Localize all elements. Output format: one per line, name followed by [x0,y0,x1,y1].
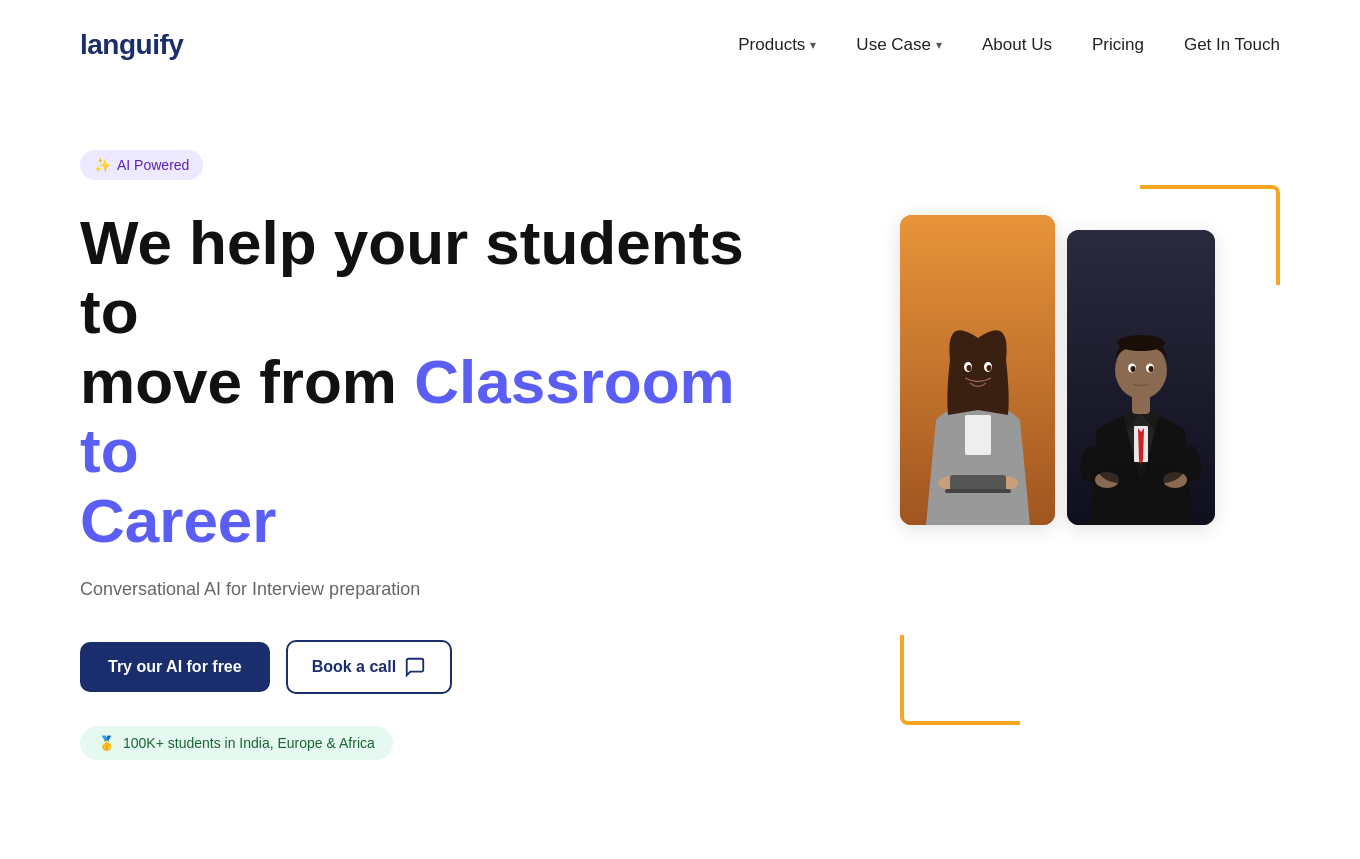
ai-badge-text: AI Powered [117,157,189,173]
hero-title-line1: We help your students to [80,208,744,346]
students-badge: 🥇 100K+ students in India, Europe & Afri… [80,726,393,760]
svg-point-13 [987,365,992,371]
svg-point-12 [967,365,972,371]
nav-pricing[interactable]: Pricing [1092,35,1144,55]
hero-title-line2: move from [80,347,414,416]
svg-rect-7 [945,489,1011,493]
nav-about-us[interactable]: About Us [982,35,1052,55]
hero-section: ✨ AI Powered We help your students to mo… [0,90,1360,800]
medal-icon: 🥇 [98,735,115,751]
sparkles-icon: ✨ [94,157,111,173]
photos-container [900,215,1215,525]
ai-badge: ✨ AI Powered [80,150,203,180]
try-ai-button[interactable]: Try our AI for free [80,642,270,692]
corner-bracket-bottom-left [900,635,1020,725]
person-photo-1 [900,215,1055,525]
hero-buttons: Try our AI for free Book a call [80,640,800,694]
chat-icon [404,656,426,678]
students-badge-text: 100K+ students in India, Europe & Africa [123,735,375,751]
header: languify Products ▾ Use Case ▾ About Us … [0,0,1360,90]
main-nav: Products ▾ Use Case ▾ About Us Pricing G… [738,35,1280,55]
nav-use-case[interactable]: Use Case ▾ [856,35,942,55]
logo[interactable]: languify [80,29,183,61]
hero-content: ✨ AI Powered We help your students to mo… [80,150,800,760]
svg-point-20 [1117,335,1165,351]
hero-title-line3: Career [80,486,276,555]
book-call-label: Book a call [312,658,396,676]
nav-get-in-touch[interactable]: Get In Touch [1184,35,1280,55]
hero-title: We help your students to move from Class… [80,208,800,555]
hero-subtitle: Conversational AI for Interview preparat… [80,579,800,600]
svg-point-23 [1131,366,1136,372]
hero-images [900,185,1280,725]
chevron-down-icon: ▾ [810,38,816,52]
nav-products[interactable]: Products ▾ [738,35,816,55]
svg-point-24 [1149,366,1154,372]
person-photo-2 [1067,230,1215,525]
svg-rect-3 [965,415,991,455]
chevron-down-icon: ▾ [936,38,942,52]
book-call-button[interactable]: Book a call [286,640,452,694]
